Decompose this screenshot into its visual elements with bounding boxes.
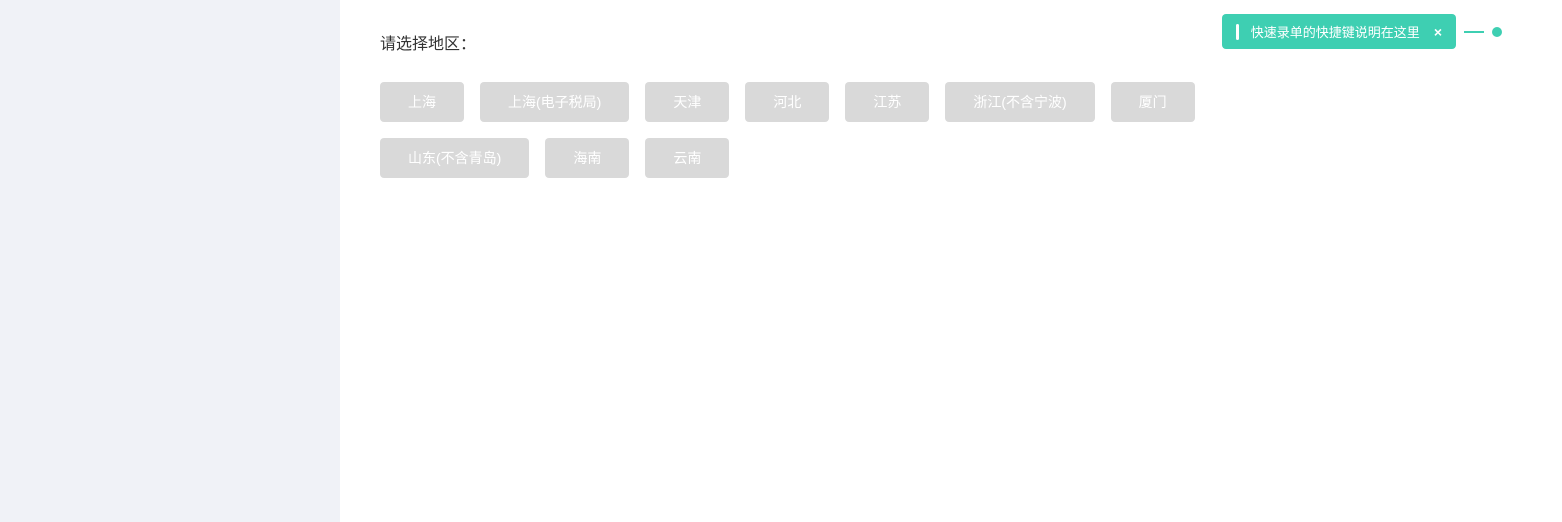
region-button-hebei[interactable]: 河北	[745, 82, 829, 122]
tooltip-line	[1464, 31, 1484, 33]
main-content: 请选择地区： 上海上海(电子税局)天津河北江苏浙江(不含宁波)厦门 山东(不含青…	[340, 0, 1562, 522]
region-button-hainan[interactable]: 海南	[545, 138, 629, 178]
region-button-jiangsu[interactable]: 江苏	[845, 82, 929, 122]
region-row-2: 山东(不含青岛) 海南云南	[380, 138, 729, 178]
region-button-shanghai-etax[interactable]: 上海(电子税局)	[480, 82, 629, 122]
region-button-tianjin[interactable]: 天津	[645, 82, 729, 122]
region-button-yunnan[interactable]: 云南	[645, 138, 729, 178]
region-button-shanghai[interactable]: 上海	[380, 82, 464, 122]
tooltip-dot	[1492, 27, 1502, 37]
region-button-shandong[interactable]: 山东(不含青岛)	[380, 138, 529, 178]
region-row-1: 上海上海(电子税局) 天津河北江苏浙江(不含宁波) 厦门	[380, 82, 1195, 122]
region-buttons: 上海上海(电子税局) 天津河北江苏浙江(不含宁波) 厦门 山东(不含青岛) 海南云南	[380, 82, 1522, 178]
region-button-xiamen[interactable]: 厦门	[1111, 82, 1195, 122]
left-sidebar	[0, 0, 340, 522]
tooltip-close-button[interactable]: ×	[1434, 24, 1442, 40]
region-button-zhejiang[interactable]: 浙江(不含宁波)	[945, 82, 1094, 122]
tooltip-text: 快速录单的快捷键说明在这里	[1251, 22, 1420, 41]
tooltip-container: 快速录单的快捷键说明在这里 ×	[1222, 14, 1502, 49]
tooltip-box: 快速录单的快捷键说明在这里 ×	[1222, 14, 1456, 49]
